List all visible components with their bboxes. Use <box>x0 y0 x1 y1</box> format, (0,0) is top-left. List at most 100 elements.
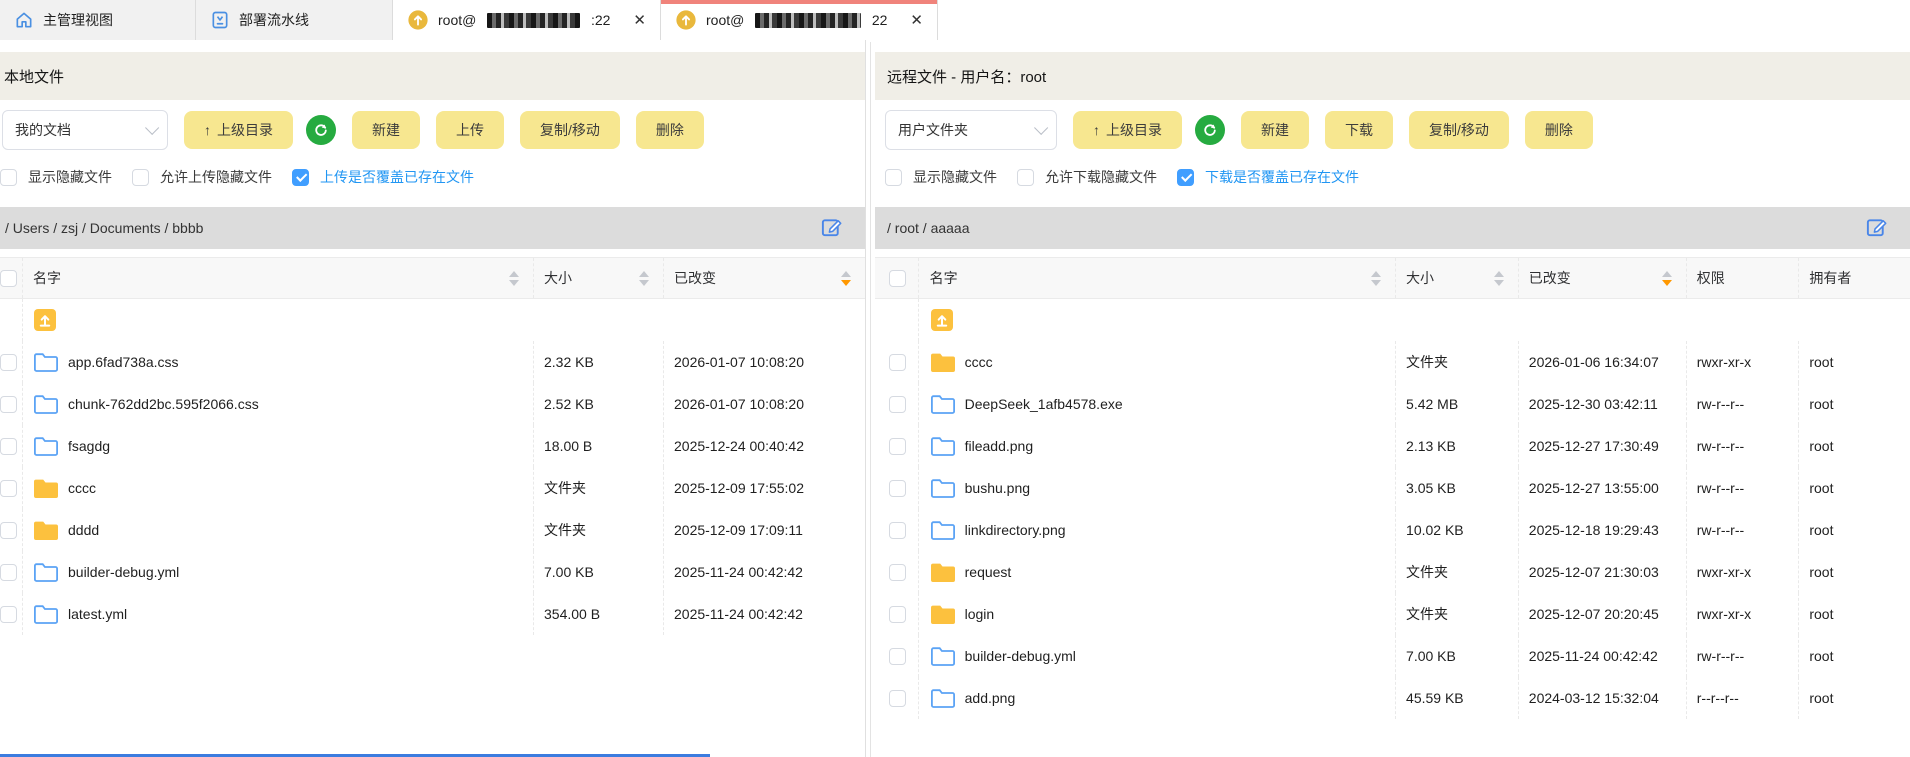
table-row[interactable]: cccc 文件夹 2025-12-09 17:55:02 <box>0 467 865 509</box>
download-button[interactable]: 下载 <box>1325 111 1393 149</box>
file-name[interactable]: builder-debug.yml <box>965 648 1076 664</box>
column-header-name[interactable]: 名字 <box>22 258 533 298</box>
row-checkbox[interactable] <box>889 690 906 707</box>
row-checkbox[interactable] <box>889 564 906 581</box>
table-row[interactable]: login 文件夹 2025-12-07 20:20:45 rwxr-xr-x … <box>875 593 1910 635</box>
close-icon[interactable]: ✕ <box>896 11 923 29</box>
column-header-modified[interactable]: 已改变 <box>1518 258 1686 298</box>
checkbox[interactable] <box>1177 169 1194 186</box>
table-row[interactable] <box>0 299 865 341</box>
tab-ssh-session-1[interactable]: root@:22 ✕ <box>393 0 661 40</box>
file-name[interactable]: builder-debug.yml <box>68 564 179 580</box>
table-row[interactable]: builder-debug.yml 7.00 KB 2025-11-24 00:… <box>875 635 1910 677</box>
option-allow-hidden-download[interactable]: 允许下载隐藏文件 <box>1017 167 1157 187</box>
table-row[interactable]: bushu.png 3.05 KB 2025-12-27 13:55:00 rw… <box>875 467 1910 509</box>
file-name[interactable]: DeepSeek_1afb4578.exe <box>965 396 1123 412</box>
file-name[interactable]: fileadd.png <box>965 438 1034 454</box>
row-checkbox[interactable] <box>0 396 17 413</box>
file-name[interactable]: login <box>965 606 995 622</box>
column-header-owner[interactable]: 拥有者 <box>1798 258 1910 298</box>
option-overwrite-on-download[interactable]: 下载是否覆盖已存在文件 <box>1177 167 1359 187</box>
option-allow-hidden-upload[interactable]: 允许上传隐藏文件 <box>132 167 272 187</box>
table-row[interactable]: dddd 文件夹 2025-12-09 17:09:11 <box>0 509 865 551</box>
parent-directory-button[interactable]: ↑上级目录 <box>1073 111 1182 149</box>
option-show-hidden-files[interactable]: 显示隐藏文件 <box>885 167 997 187</box>
parent-directory-button[interactable]: ↑上级目录 <box>184 111 293 149</box>
copy-move-button[interactable]: 复制/移动 <box>520 111 620 149</box>
new-button[interactable]: 新建 <box>1241 111 1309 149</box>
copy-move-button[interactable]: 复制/移动 <box>1409 111 1509 149</box>
table-row[interactable] <box>875 299 1910 341</box>
row-checkbox[interactable] <box>0 480 17 497</box>
table-row[interactable]: builder-debug.yml 7.00 KB 2025-11-24 00:… <box>0 551 865 593</box>
option-overwrite-on-upload[interactable]: 上传是否覆盖已存在文件 <box>292 167 474 187</box>
file-size: 2.13 KB <box>1395 425 1518 467</box>
table-row[interactable]: cccc 文件夹 2026-01-06 16:34:07 rwxr-xr-x r… <box>875 341 1910 383</box>
local-location-select[interactable]: 我的文档 <box>2 110 168 150</box>
row-checkbox[interactable] <box>0 354 17 371</box>
row-checkbox[interactable] <box>889 606 906 623</box>
column-header-size[interactable]: 大小 <box>1395 258 1518 298</box>
file-owner: root <box>1798 551 1910 593</box>
checkbox[interactable] <box>292 169 309 186</box>
table-row[interactable]: fsagdg 18.00 B 2025-12-24 00:40:42 <box>0 425 865 467</box>
close-icon[interactable]: ✕ <box>619 11 646 29</box>
tab-ssh-session-2[interactable]: root@22 ✕ <box>661 0 938 40</box>
column-header-size[interactable]: 大小 <box>533 258 663 298</box>
row-checkbox[interactable] <box>889 480 906 497</box>
file-name[interactable]: cccc <box>965 354 993 370</box>
row-checkbox[interactable] <box>0 564 17 581</box>
column-header-name[interactable]: 名字 <box>918 258 1395 298</box>
table-row[interactable]: linkdirectory.png 10.02 KB 2025-12-18 19… <box>875 509 1910 551</box>
row-checkbox[interactable] <box>0 438 17 455</box>
checkbox[interactable] <box>132 169 149 186</box>
file-name[interactable]: fsagdg <box>68 438 110 454</box>
table-row[interactable]: latest.yml 354.00 B 2025-11-24 00:42:42 <box>0 593 865 635</box>
tab-main-management-view[interactable]: 主管理视图 <box>0 0 196 40</box>
table-row[interactable]: app.6fad738a.css 2.32 KB 2026-01-07 10:0… <box>0 341 865 383</box>
parent-directory-icon[interactable] <box>930 308 954 332</box>
file-name[interactable]: request <box>965 564 1012 580</box>
checkbox[interactable] <box>0 169 17 186</box>
table-row[interactable]: request 文件夹 2025-12-07 21:30:03 rwxr-xr-… <box>875 551 1910 593</box>
file-name[interactable]: bushu.png <box>965 480 1030 496</box>
file-name[interactable]: dddd <box>68 522 99 538</box>
row-checkbox[interactable] <box>889 438 906 455</box>
refresh-button[interactable] <box>306 115 336 145</box>
file-name[interactable]: latest.yml <box>68 606 127 622</box>
file-name[interactable]: cccc <box>68 480 96 496</box>
file-name[interactable]: chunk-762dd2bc.595f2066.css <box>68 396 259 412</box>
delete-button[interactable]: 删除 <box>1525 111 1593 149</box>
row-checkbox[interactable] <box>889 396 906 413</box>
delete-button[interactable]: 删除 <box>636 111 704 149</box>
edit-path-icon[interactable] <box>1865 216 1888 242</box>
parent-directory-icon[interactable] <box>33 308 57 332</box>
checkbox[interactable] <box>885 169 902 186</box>
table-row[interactable]: DeepSeek_1afb4578.exe 5.42 MB 2025-12-30… <box>875 383 1910 425</box>
file-name[interactable]: app.6fad738a.css <box>68 354 179 370</box>
table-row[interactable]: add.png 45.59 KB 2024-03-12 15:32:04 r--… <box>875 677 1910 719</box>
remote-options-row: 显示隐藏文件 允许下载隐藏文件 下载是否覆盖已存在文件 <box>875 167 1910 187</box>
option-show-hidden-files[interactable]: 显示隐藏文件 <box>0 167 112 187</box>
upload-button[interactable]: 上传 <box>436 111 504 149</box>
column-header-modified[interactable]: 已改变 <box>663 258 865 298</box>
remote-location-select[interactable]: 用户文件夹 <box>885 110 1057 150</box>
row-checkbox[interactable] <box>889 648 906 665</box>
row-checkbox[interactable] <box>889 522 906 539</box>
file-name[interactable]: add.png <box>965 690 1016 706</box>
new-button[interactable]: 新建 <box>352 111 420 149</box>
select-all-checkbox[interactable] <box>889 270 906 287</box>
row-checkbox[interactable] <box>0 522 17 539</box>
select-all-checkbox[interactable] <box>0 270 17 287</box>
file-permissions: rw-r--r-- <box>1686 635 1799 677</box>
edit-path-icon[interactable] <box>820 216 843 242</box>
row-checkbox[interactable] <box>0 606 17 623</box>
table-row[interactable]: chunk-762dd2bc.595f2066.css 2.52 KB 2026… <box>0 383 865 425</box>
refresh-button[interactable] <box>1195 115 1225 145</box>
column-header-permissions[interactable]: 权限 <box>1686 258 1799 298</box>
checkbox[interactable] <box>1017 169 1034 186</box>
row-checkbox[interactable] <box>889 354 906 371</box>
tab-deploy-pipeline[interactable]: 部署流水线 <box>196 0 393 40</box>
file-name[interactable]: linkdirectory.png <box>965 522 1066 538</box>
table-row[interactable]: fileadd.png 2.13 KB 2025-12-27 17:30:49 … <box>875 425 1910 467</box>
